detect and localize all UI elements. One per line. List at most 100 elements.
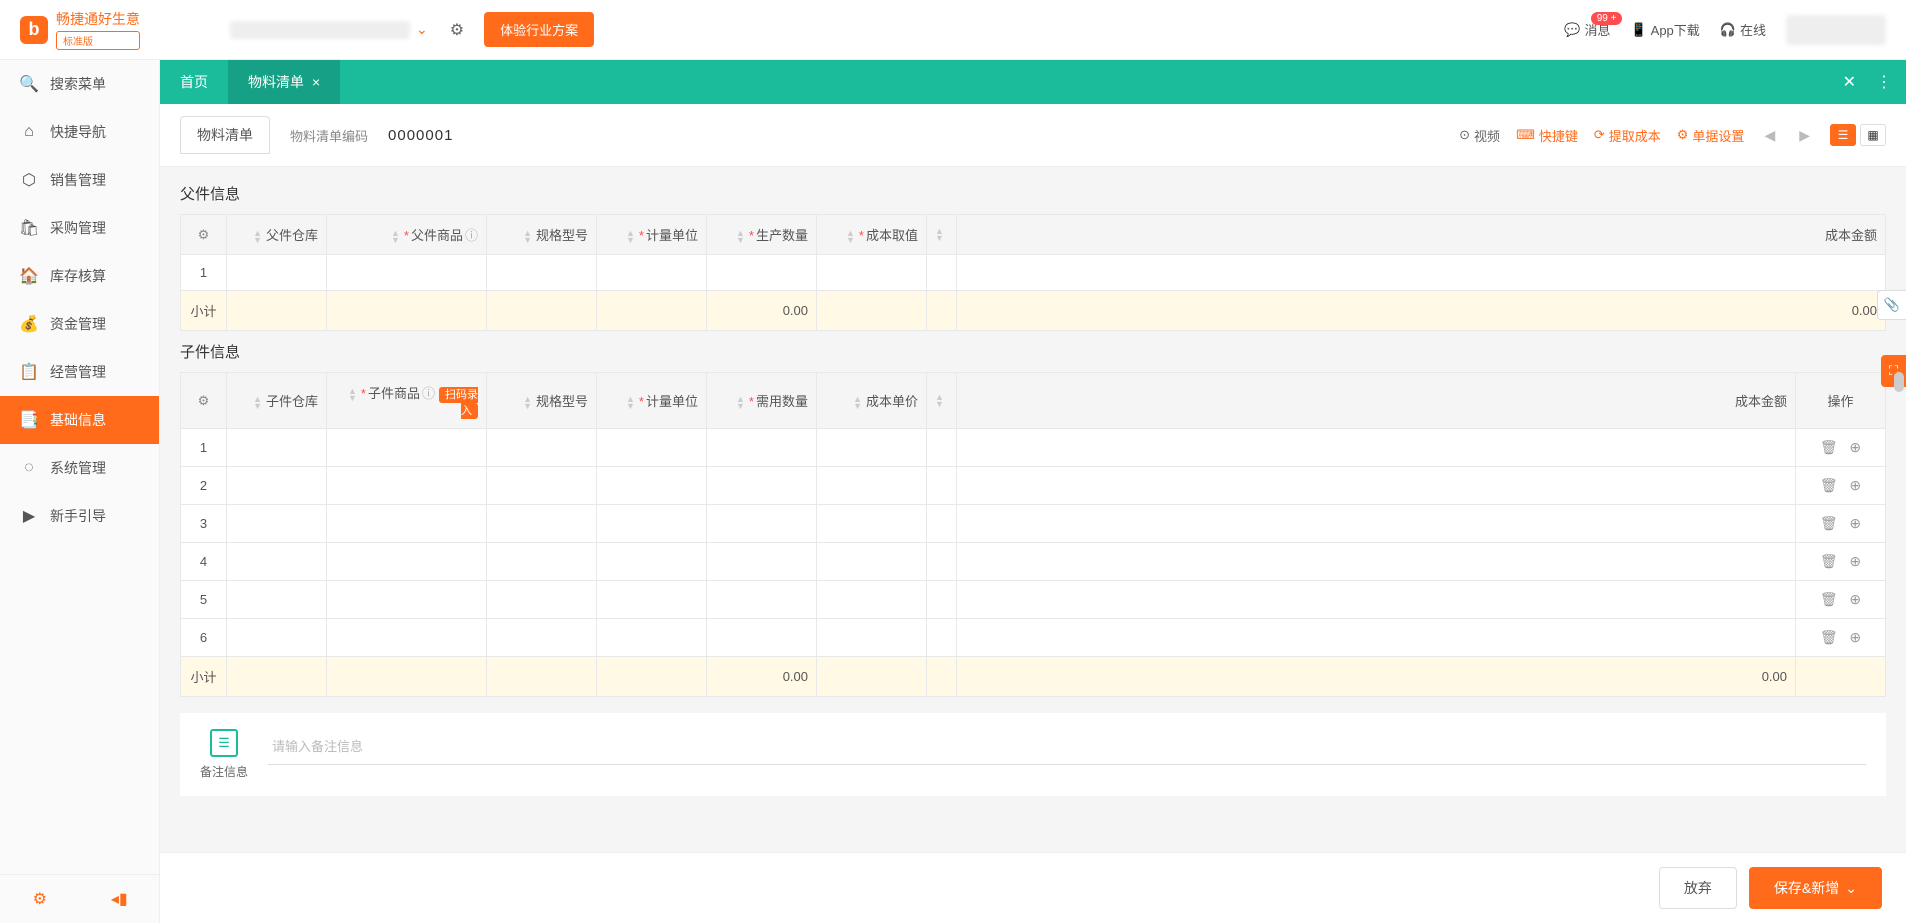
table-row[interactable]: 2 🗑 ⊕ [181,467,1886,505]
cell-spec[interactable] [487,505,597,543]
view-card-button[interactable]: ▦ [1860,124,1886,146]
cell-unit[interactable] [597,581,707,619]
cell-qty[interactable] [707,581,817,619]
cell-cost-price[interactable] [817,429,927,467]
sidebar-item-purchase[interactable]: 🛍采购管理 [0,204,159,252]
sort-icon[interactable]: ▲▼ [626,396,635,410]
add-row-icon[interactable]: ⊕ [1849,553,1861,569]
table-row[interactable]: 1 [181,255,1886,291]
cell-unit[interactable] [597,255,707,291]
table-row[interactable]: 5 🗑 ⊕ [181,581,1886,619]
shortcut-action[interactable]: ⌨快捷键 [1516,126,1578,145]
delete-row-icon[interactable]: 🗑 [1820,591,1838,607]
cell-blank[interactable] [927,255,957,291]
next-doc-button[interactable]: ▶ [1795,127,1814,144]
org-settings-icon[interactable]: ⚙ [450,20,464,40]
cell-cost-amount[interactable] [956,543,1795,581]
add-row-icon[interactable]: ⊕ [1849,591,1861,607]
help-icon[interactable]: ⓘ [422,386,435,401]
cell-spec[interactable] [487,619,597,657]
cell-blank[interactable] [927,581,957,619]
table-row[interactable]: 6 🗑 ⊕ [181,619,1886,657]
cell-cost-amount[interactable] [956,429,1795,467]
cell-qty[interactable] [707,429,817,467]
cell-warehouse[interactable] [227,467,327,505]
remark-input[interactable] [268,729,1866,765]
cell-cost-price[interactable] [817,581,927,619]
cell-cost-amount[interactable] [956,467,1795,505]
cell-warehouse[interactable] [227,429,327,467]
org-selector[interactable]: ⌄ [220,17,438,43]
cell-product[interactable] [327,581,487,619]
sort-icon[interactable]: ▲▼ [853,396,862,410]
attachment-button[interactable]: 📎 [1877,290,1906,320]
cell-qty[interactable] [707,505,817,543]
cell-qty[interactable] [707,467,817,505]
sidebar-item-guide[interactable]: ▶新手引导 [0,492,159,540]
add-row-icon[interactable]: ⊕ [1849,629,1861,645]
extract-cost-action[interactable]: ⟳提取成本 [1594,126,1661,145]
sort-icon[interactable]: ▲▼ [253,396,262,410]
cell-warehouse[interactable] [227,619,327,657]
sort-icon[interactable]: ▲▼ [523,230,532,244]
tab-close-all-icon[interactable]: ✕ [1837,68,1862,96]
scan-badge[interactable]: 扫码录入 [439,387,478,419]
sort-icon[interactable]: ▲▼ [348,388,357,402]
sidebar-item-business[interactable]: 📋经营管理 [0,348,159,396]
prev-doc-button[interactable]: ◀ [1760,127,1779,144]
gear-icon[interactable]: ⚙ [198,227,210,242]
discard-button[interactable]: 放弃 [1659,867,1737,909]
sidebar-item-quicknav[interactable]: ⌂快捷导航 [0,108,159,156]
sidebar-item-inventory[interactable]: 🏠库存核算 [0,252,159,300]
delete-row-icon[interactable]: 🗑 [1820,439,1838,455]
sort-icon[interactable]: ▲▼ [523,396,532,410]
content-tab-bom[interactable]: 物料清单 [180,116,270,154]
cell-spec[interactable] [487,255,597,291]
cell-product[interactable] [327,255,487,291]
cell-spec[interactable] [487,429,597,467]
tab-home[interactable]: 首页 [160,60,228,104]
tab-bom[interactable]: 物料清单 × [228,60,340,104]
cell-qty[interactable] [707,619,817,657]
cell-blank[interactable] [927,505,957,543]
delete-row-icon[interactable]: 🗑 [1820,629,1838,645]
online-support-button[interactable]: 🎧 在线 [1720,20,1766,39]
cell-unit[interactable] [597,619,707,657]
cell-product[interactable] [327,429,487,467]
help-icon[interactable]: ⓘ [465,228,478,243]
add-row-icon[interactable]: ⊕ [1849,439,1861,455]
cell-spec[interactable] [487,581,597,619]
sort-icon[interactable]: ▲▼ [846,230,855,244]
cell-cost-price[interactable] [817,467,927,505]
cell-cost-amount[interactable] [956,505,1795,543]
delete-row-icon[interactable]: 🗑 [1820,515,1838,531]
cell-qty[interactable] [707,255,817,291]
cell-blank[interactable] [927,429,957,467]
tab-more-icon[interactable]: ⋮ [1870,68,1898,96]
cell-unit[interactable] [597,467,707,505]
doc-settings-action[interactable]: ⚙单据设置 [1677,126,1745,145]
sidebar-item-funds[interactable]: 💰资金管理 [0,300,159,348]
child-table-scrollbar[interactable] [1894,372,1904,392]
delete-row-icon[interactable]: 🗑 [1820,477,1838,493]
cell-spec[interactable] [487,543,597,581]
table-row[interactable]: 3 🗑 ⊕ [181,505,1886,543]
cell-product[interactable] [327,467,487,505]
delete-row-icon[interactable]: 🗑 [1820,553,1838,569]
cell-unit[interactable] [597,429,707,467]
cell-spec[interactable] [487,467,597,505]
cell-unit[interactable] [597,505,707,543]
sidebar-item-basic-info[interactable]: 📑基础信息 [0,396,159,444]
cell-unit[interactable] [597,543,707,581]
sort-icon[interactable]: ▲▼ [736,230,745,244]
sort-icon[interactable]: ▲▼ [391,230,400,244]
cell-warehouse[interactable] [227,581,327,619]
view-list-button[interactable]: ☰ [1830,124,1856,146]
messages-button[interactable]: 💬 消息 99 + [1564,20,1610,39]
sidebar-settings-button[interactable]: ⚙ [0,875,80,923]
save-add-button[interactable]: 保存&新增 ⌄ [1749,867,1882,909]
cell-cost-price[interactable] [817,543,927,581]
add-row-icon[interactable]: ⊕ [1849,477,1861,493]
cell-blank[interactable] [927,619,957,657]
cell-cost-amount[interactable] [956,255,1885,291]
